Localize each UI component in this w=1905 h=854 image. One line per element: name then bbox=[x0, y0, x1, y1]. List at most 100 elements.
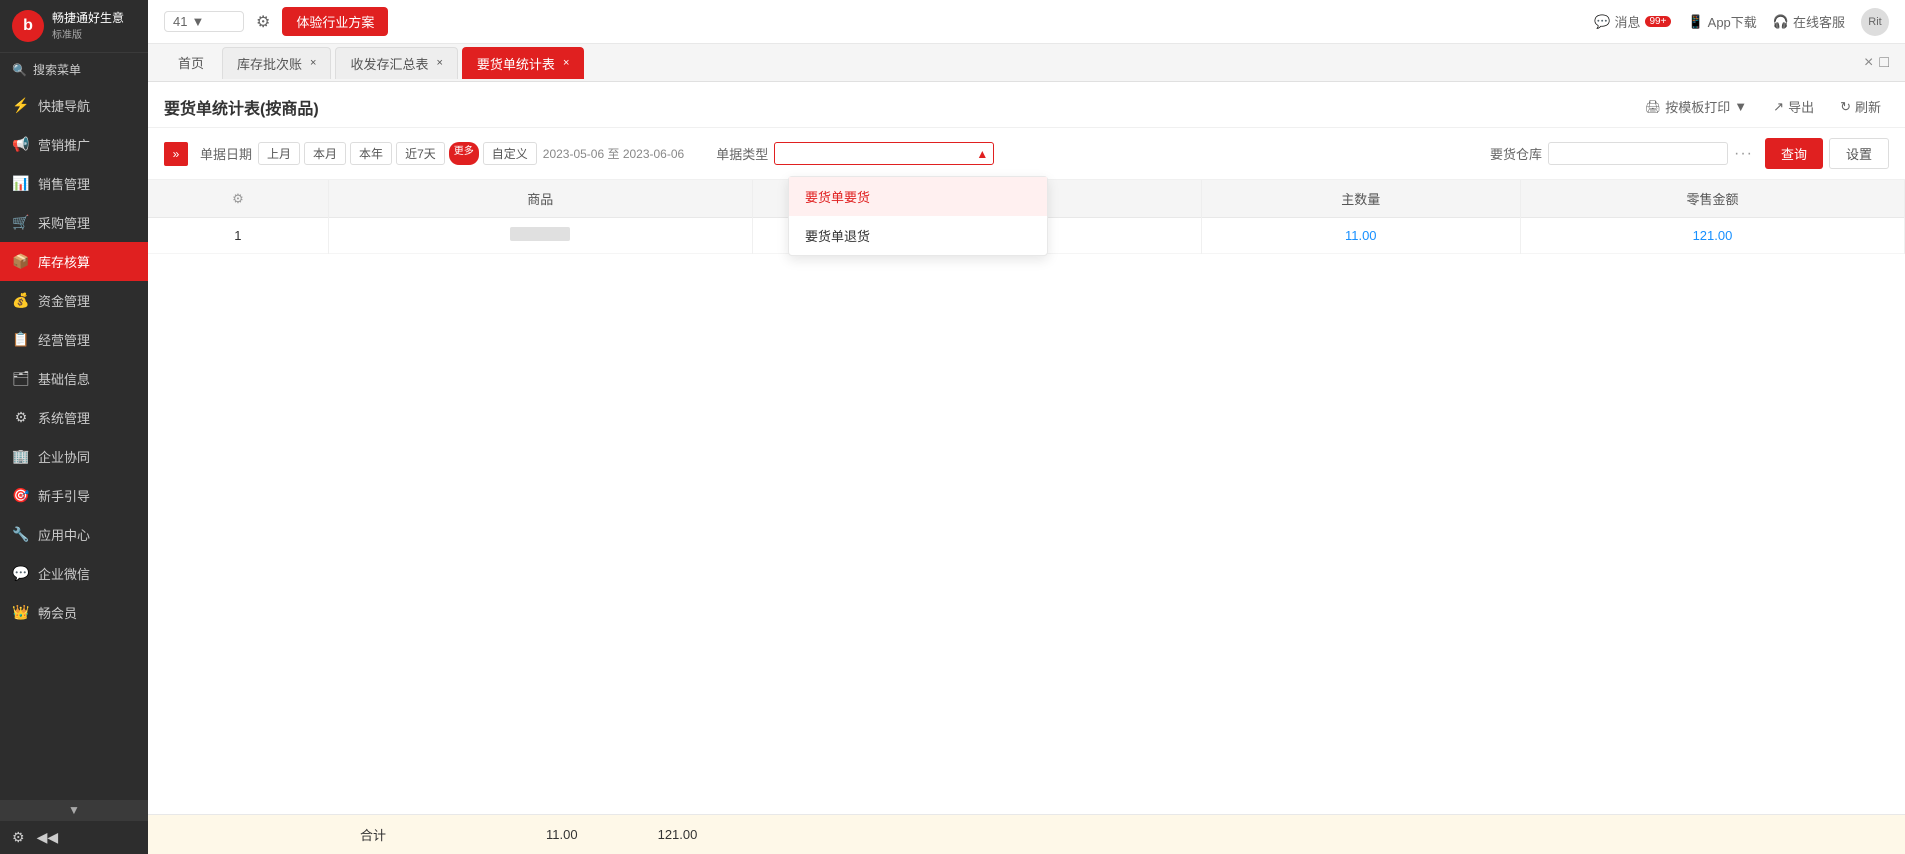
app-download-label: App下载 bbox=[1708, 12, 1757, 31]
print-btn[interactable]: 🖨 按模板打印 ▼ bbox=[1637, 94, 1755, 119]
filter-btn-custom[interactable]: 自定义 bbox=[483, 142, 537, 165]
td-amount: 121.00 bbox=[1520, 218, 1904, 254]
date-filter-label: 单据日期 bbox=[200, 144, 252, 163]
date-filter-section: 单据日期 上月 本月 本年 近7天 更多 自定义 2023-05-06 至 20… bbox=[200, 142, 684, 165]
download-icon: 📱 bbox=[1687, 14, 1703, 30]
sidebar-item-label: 采购管理 bbox=[38, 213, 90, 232]
enterprise-icon: 🏢 bbox=[12, 448, 30, 465]
filter-btn-7days[interactable]: 近7天 bbox=[396, 142, 445, 165]
sidebar-item-inventory[interactable]: 📦 库存核算 bbox=[0, 242, 148, 281]
bell-icon: 💬 bbox=[1594, 14, 1610, 30]
chevron-up-icon[interactable]: ▲ bbox=[976, 147, 988, 161]
filter-btn-last-month[interactable]: 上月 bbox=[258, 142, 300, 165]
sidebar-item-enterprise[interactable]: 🏢 企业协同 bbox=[0, 437, 148, 476]
page-header: 要货单统计表(按商品) 🖨 按模板打印 ▼ ↗ 导出 ↻ 刷新 bbox=[148, 82, 1905, 128]
more-badge[interactable]: 更多 bbox=[449, 142, 479, 165]
avatar-text: Rit bbox=[1868, 16, 1881, 28]
dropdown-item-order-goods[interactable]: 要货单要货 bbox=[789, 177, 1047, 216]
online-service-label: 在线客服 bbox=[1793, 12, 1845, 31]
sidebar-item-operation[interactable]: 📋 经营管理 bbox=[0, 320, 148, 359]
tab-batch[interactable]: 库存批次账 × bbox=[222, 47, 331, 79]
sidebar-item-label: 应用中心 bbox=[38, 525, 90, 544]
tab-collection-close[interactable]: × bbox=[436, 57, 442, 69]
sidebar-item-member[interactable]: 👑 畅会员 bbox=[0, 593, 148, 632]
sidebar-nav: ⚡ 快捷导航 📢 营销推广 📊 销售管理 🛒 采购管理 📦 库存核算 💰 资金管… bbox=[0, 86, 148, 800]
sidebar-item-label: 库存核算 bbox=[38, 252, 90, 271]
sidebar-item-sales[interactable]: 📊 销售管理 bbox=[0, 164, 148, 203]
search-icon: 🔍 bbox=[12, 63, 27, 77]
messages-btn[interactable]: 💬 消息 99+ bbox=[1594, 12, 1671, 31]
export-btn[interactable]: ↗ 导出 bbox=[1765, 94, 1822, 119]
sidebar-item-label: 企业微信 bbox=[38, 564, 90, 583]
filter-btn-this-year[interactable]: 本年 bbox=[350, 142, 392, 165]
sidebar-search[interactable]: 🔍 搜索菜单 bbox=[0, 53, 148, 86]
service-icon: 🎧 bbox=[1773, 14, 1789, 30]
tab-collection[interactable]: 收发存汇总表 × bbox=[335, 47, 457, 79]
sidebar-item-label: 畅会员 bbox=[38, 603, 77, 622]
warehouse-filter-label: 要货仓库 bbox=[1490, 144, 1542, 163]
td-qty: 11.00 bbox=[1201, 218, 1520, 254]
query-btn[interactable]: 查询 bbox=[1765, 138, 1823, 169]
sidebar-item-quick-nav[interactable]: ⚡ 快捷导航 bbox=[0, 86, 148, 125]
sidebar-item-basic[interactable]: 🗂 基础信息 bbox=[0, 359, 148, 398]
workspace-value: 41 bbox=[173, 14, 187, 29]
goods-blurred bbox=[510, 227, 570, 241]
sidebar-item-label: 营销推广 bbox=[38, 135, 90, 154]
filter-expand-btn[interactable]: » bbox=[164, 142, 188, 166]
footer-amount: 121.00 bbox=[658, 827, 698, 842]
tab-home[interactable]: 首页 bbox=[164, 47, 218, 78]
sidebar-bottom: ⚙ ◀◀ bbox=[0, 820, 148, 854]
trial-btn[interactable]: 体验行业方案 bbox=[282, 7, 388, 36]
warehouse-filter-input[interactable] bbox=[1548, 142, 1728, 165]
sidebar-scroll-down[interactable]: ▼ bbox=[0, 800, 148, 820]
td-no: 1 bbox=[148, 218, 328, 254]
sidebar-item-guide[interactable]: 🎯 新手引导 bbox=[0, 476, 148, 515]
sidebar-item-appstore[interactable]: 🔧 应用中心 bbox=[0, 515, 148, 554]
settings-filter-btn[interactable]: 设置 bbox=[1829, 138, 1889, 169]
print-icon: 🖨 bbox=[1645, 99, 1662, 115]
th-settings[interactable]: ⚙ bbox=[148, 180, 328, 218]
sidebar-item-purchase[interactable]: 🛒 采购管理 bbox=[0, 203, 148, 242]
tab-order-stat-close[interactable]: × bbox=[563, 57, 569, 69]
type-input-wrapper: ▲ bbox=[774, 142, 994, 165]
sidebar-logo: b 畅捷通好生意 标准版 bbox=[0, 0, 148, 53]
dropdown-item-order-return[interactable]: 要货单退货 bbox=[789, 216, 1047, 255]
export-label: 导出 bbox=[1788, 97, 1814, 116]
collapse-icon[interactable]: ◀◀ bbox=[37, 829, 59, 846]
member-icon: 👑 bbox=[12, 604, 30, 621]
type-filter-section: 单据类型 ▲ bbox=[716, 142, 994, 165]
sidebar-item-wechat[interactable]: 💬 企业微信 bbox=[0, 554, 148, 593]
export-icon: ↗ bbox=[1773, 99, 1784, 115]
tab-home-label: 首页 bbox=[178, 53, 204, 72]
online-service-btn[interactable]: 🎧 在线客服 bbox=[1773, 12, 1845, 31]
inventory-icon: 📦 bbox=[12, 253, 30, 270]
filter-bar: » 单据日期 上月 本月 本年 近7天 更多 自定义 2023-05-06 至 … bbox=[148, 128, 1905, 180]
tab-order-stat[interactable]: 要货单统计表 × bbox=[462, 47, 584, 79]
date-range-display: 2023-05-06 至 2023-06-06 bbox=[543, 145, 684, 162]
type-filter-input[interactable] bbox=[774, 142, 994, 165]
sidebar-item-label: 快捷导航 bbox=[38, 96, 90, 115]
td-goods bbox=[328, 218, 752, 254]
topbar-gear-icon[interactable]: ⚙ bbox=[256, 12, 270, 32]
more-options-icon[interactable]: ··· bbox=[1734, 145, 1753, 163]
user-avatar[interactable]: Rit bbox=[1861, 8, 1889, 36]
filter-btn-this-month[interactable]: 本月 bbox=[304, 142, 346, 165]
app-download-btn[interactable]: 📱 App下载 bbox=[1687, 12, 1756, 31]
refresh-btn[interactable]: ↻ 刷新 bbox=[1832, 94, 1889, 119]
sidebar-item-marketing[interactable]: 📢 营销推广 bbox=[0, 125, 148, 164]
purchase-icon: 🛒 bbox=[12, 214, 30, 231]
marketing-icon: 📢 bbox=[12, 136, 30, 153]
sidebar-item-label: 新手引导 bbox=[38, 486, 90, 505]
settings-icon[interactable]: ⚙ bbox=[12, 829, 25, 846]
tab-batch-close[interactable]: × bbox=[310, 57, 316, 69]
filter-actions: 查询 设置 bbox=[1765, 138, 1889, 169]
workspace-select[interactable]: 41 ▼ bbox=[164, 11, 244, 32]
chevron-down-icon: ▼ bbox=[191, 14, 204, 29]
footer-qty: 11.00 bbox=[546, 827, 578, 842]
sidebar-item-system[interactable]: ⚙ 系统管理 bbox=[0, 398, 148, 437]
window-close-icon[interactable]: × bbox=[1864, 54, 1873, 72]
sidebar-item-finance[interactable]: 💰 资金管理 bbox=[0, 281, 148, 320]
gear-icon[interactable]: ⚙ bbox=[232, 191, 244, 206]
guide-icon: 🎯 bbox=[12, 487, 30, 504]
window-expand-icon[interactable]: □ bbox=[1879, 54, 1889, 72]
